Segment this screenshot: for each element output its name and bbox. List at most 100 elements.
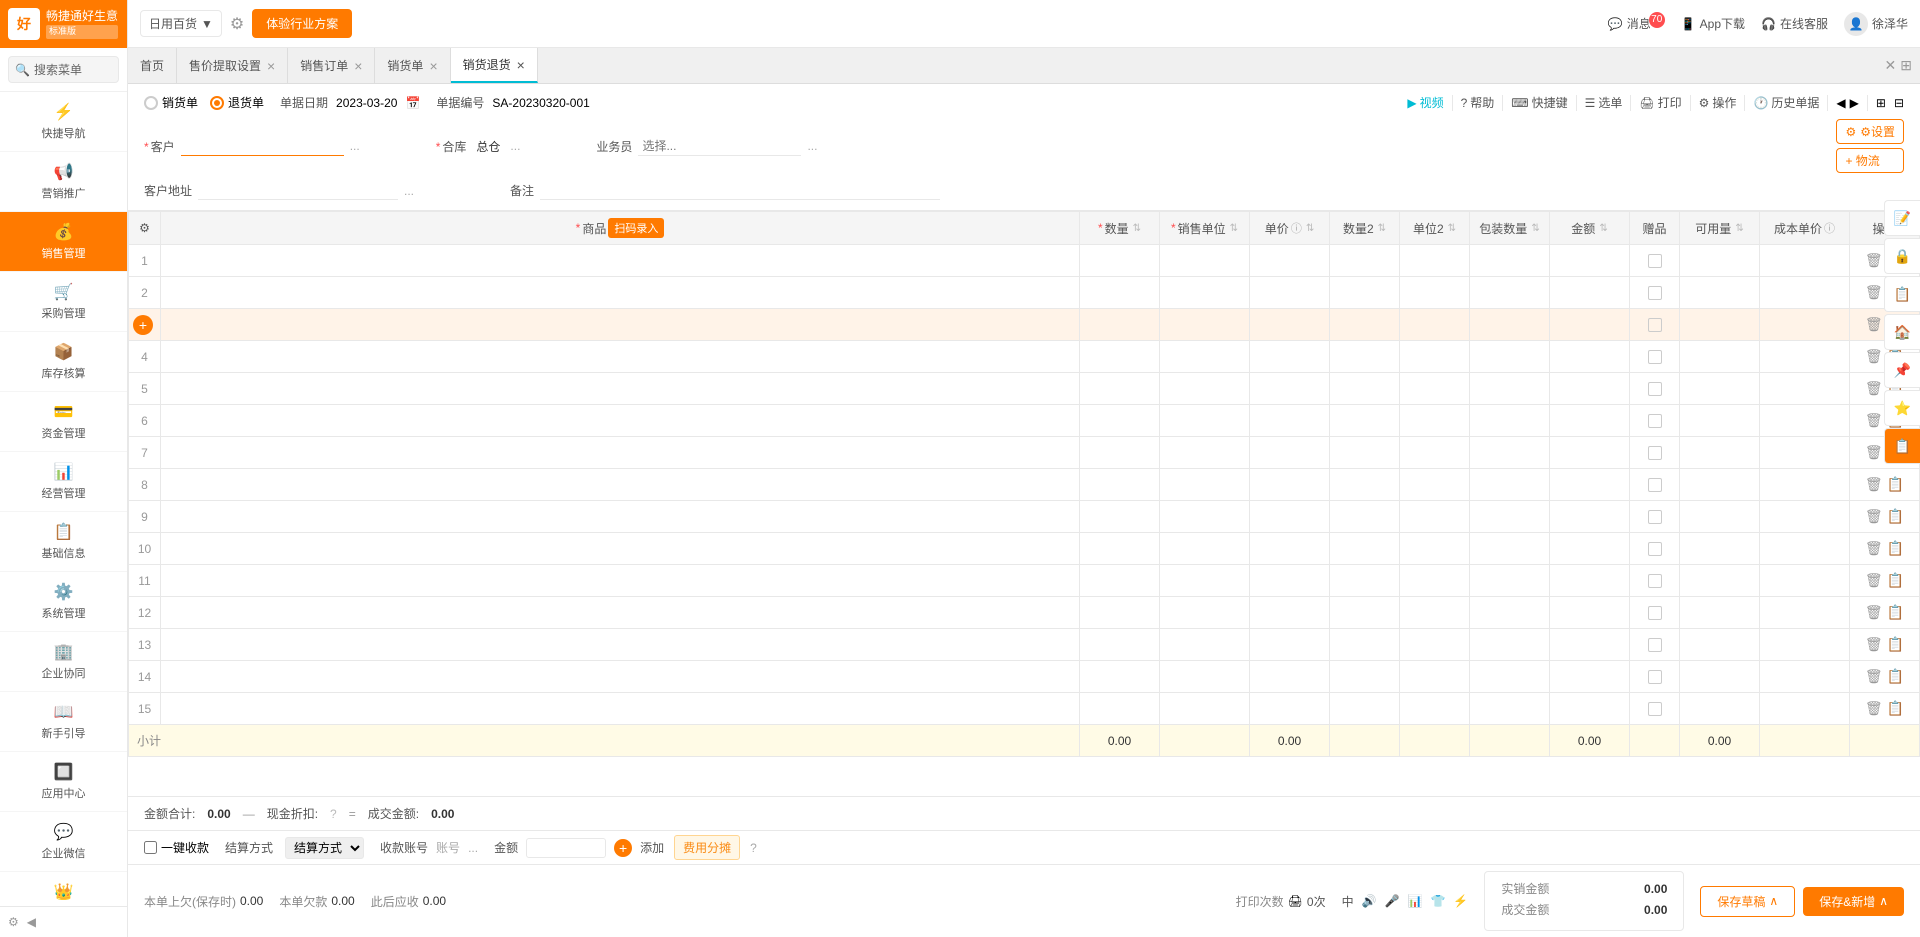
quantity-cell[interactable] xyxy=(1080,469,1160,501)
tab-sales-order[interactable]: 销售订单 × xyxy=(288,48,375,83)
unit2-cell[interactable] xyxy=(1400,693,1470,725)
delete-row-button[interactable]: 🗑 xyxy=(1865,252,1883,269)
amount-cell[interactable] xyxy=(1550,661,1630,693)
account-select-dots[interactable]: ... xyxy=(468,841,478,855)
gift-checkbox[interactable] xyxy=(1648,606,1662,620)
cash-discount-help-icon[interactable]: ? xyxy=(330,807,337,821)
unit-price-cell[interactable] xyxy=(1250,405,1330,437)
product-cell[interactable] xyxy=(161,629,1080,661)
gift-cell[interactable] xyxy=(1630,501,1680,533)
quantity2-cell[interactable] xyxy=(1330,373,1400,405)
amount-cell[interactable] xyxy=(1550,341,1630,373)
unit-price-cell[interactable] xyxy=(1250,501,1330,533)
sales-unit-cell[interactable] xyxy=(1160,469,1250,501)
gift-cell[interactable] xyxy=(1630,341,1680,373)
cost-price-cell[interactable] xyxy=(1760,277,1850,309)
amount-input[interactable] xyxy=(526,838,606,858)
sidebar-item-member[interactable]: 👑 畅会员 xyxy=(0,872,127,906)
user-menu[interactable]: 👤 徐泽华 xyxy=(1844,12,1908,36)
gift-checkbox[interactable] xyxy=(1648,574,1662,588)
history-button[interactable]: 🕐 历史单据 xyxy=(1753,94,1819,111)
sales-unit-cell[interactable] xyxy=(1160,629,1250,661)
cost-price-cell[interactable] xyxy=(1760,693,1850,725)
delete-row-button[interactable]: 🗑 xyxy=(1865,348,1883,365)
sales-unit-cell[interactable] xyxy=(1160,437,1250,469)
available-cell[interactable] xyxy=(1680,277,1760,309)
pack-quantity-cell[interactable] xyxy=(1470,693,1550,725)
quantity-cell[interactable] xyxy=(1080,437,1160,469)
product-cell[interactable] xyxy=(161,533,1080,565)
cost-price-cell[interactable] xyxy=(1760,533,1850,565)
bottom-icon-5[interactable]: 👕 xyxy=(1430,894,1445,908)
gift-cell[interactable] xyxy=(1630,661,1680,693)
unit2-cell[interactable] xyxy=(1400,309,1470,341)
note-input[interactable] xyxy=(540,181,940,200)
calculation-method-select[interactable]: 结算方式 xyxy=(285,837,364,859)
gift-cell[interactable] xyxy=(1630,533,1680,565)
sidebar-item-enterprise[interactable]: 🏢 企业协同 xyxy=(0,632,127,692)
fee-split-button[interactable]: 费用分摊 xyxy=(674,835,740,860)
product-cell[interactable] xyxy=(161,693,1080,725)
sidebar-item-purchase[interactable]: 🛒 采购管理 xyxy=(0,272,127,332)
right-action-3[interactable]: 📋 xyxy=(1884,276,1920,312)
save-new-button[interactable]: 保存&新增 ∧ xyxy=(1803,887,1904,916)
tab-close-price-settings[interactable]: × xyxy=(267,58,275,74)
unit-price-cell[interactable] xyxy=(1250,341,1330,373)
unit-price-cell[interactable] xyxy=(1250,437,1330,469)
gift-cell[interactable] xyxy=(1630,245,1680,277)
amount-cell[interactable] xyxy=(1550,693,1630,725)
gift-checkbox[interactable] xyxy=(1648,478,1662,492)
quantity-cell[interactable] xyxy=(1080,277,1160,309)
sales-unit-cell[interactable] xyxy=(1160,341,1250,373)
delete-row-button[interactable]: 🗑 xyxy=(1865,380,1883,397)
quantity-cell[interactable] xyxy=(1080,245,1160,277)
pack-quantity-cell[interactable] xyxy=(1470,469,1550,501)
topbar-settings-icon[interactable]: ⚙ xyxy=(230,14,244,34)
cost-price-cell[interactable] xyxy=(1760,245,1850,277)
one-key-payment-checkbox[interactable]: 一键收款 xyxy=(144,839,209,856)
amount-cell[interactable] xyxy=(1550,245,1630,277)
gift-cell[interactable] xyxy=(1630,277,1680,309)
cost-price-cell[interactable] xyxy=(1760,469,1850,501)
copy-row-button[interactable]: 📋 xyxy=(1887,476,1904,493)
gift-checkbox[interactable] xyxy=(1648,638,1662,652)
unit2-cell[interactable] xyxy=(1400,405,1470,437)
sidebar-item-basic[interactable]: 📋 基础信息 xyxy=(0,512,127,572)
available-cell[interactable] xyxy=(1680,309,1760,341)
quantity2-cell[interactable] xyxy=(1330,277,1400,309)
amount-cell[interactable] xyxy=(1550,533,1630,565)
right-action-4[interactable]: 🏠 xyxy=(1884,314,1920,350)
cost-price-cell[interactable] xyxy=(1760,405,1850,437)
delete-row-button[interactable]: 🗑 xyxy=(1865,636,1883,653)
sales-unit-cell[interactable] xyxy=(1160,245,1250,277)
agent-select-dots[interactable]: ... xyxy=(807,139,817,153)
gift-cell[interactable] xyxy=(1630,405,1680,437)
unit2-cell[interactable] xyxy=(1400,437,1470,469)
pack-quantity-cell[interactable] xyxy=(1470,597,1550,629)
cost-price-cell[interactable] xyxy=(1760,565,1850,597)
gift-checkbox[interactable] xyxy=(1648,510,1662,524)
copy-row-button[interactable]: 📋 xyxy=(1887,636,1904,653)
sidebar-item-finance[interactable]: 💳 资金管理 xyxy=(0,392,127,452)
gift-checkbox[interactable] xyxy=(1648,350,1662,364)
unit-price-cell[interactable] xyxy=(1250,277,1330,309)
unit-price-cell[interactable] xyxy=(1250,629,1330,661)
product-cell[interactable] xyxy=(161,277,1080,309)
unit2-cell[interactable] xyxy=(1400,597,1470,629)
gift-cell[interactable] xyxy=(1630,565,1680,597)
available-cell[interactable] xyxy=(1680,533,1760,565)
operations-button[interactable]: ⚙ 操作 xyxy=(1699,94,1737,111)
sales-unit-cell[interactable] xyxy=(1160,277,1250,309)
amount-cell[interactable] xyxy=(1550,597,1630,629)
delete-row-button[interactable]: 🗑 xyxy=(1865,668,1883,685)
product-cell[interactable] xyxy=(161,309,1080,341)
product-cell[interactable] xyxy=(161,597,1080,629)
copy-row-button[interactable]: 📋 xyxy=(1887,604,1904,621)
calendar-icon[interactable]: 📅 xyxy=(405,96,420,110)
add-logistics-button[interactable]: + 物流 xyxy=(1836,148,1904,173)
app-download-button[interactable]: 📱 App下载 xyxy=(1681,15,1745,32)
cost-price-cell[interactable] xyxy=(1760,597,1850,629)
notification-button[interactable]: 💬 消息 70 xyxy=(1608,15,1665,32)
quantity2-cell[interactable] xyxy=(1330,533,1400,565)
delete-row-button[interactable]: 🗑 xyxy=(1865,700,1883,717)
